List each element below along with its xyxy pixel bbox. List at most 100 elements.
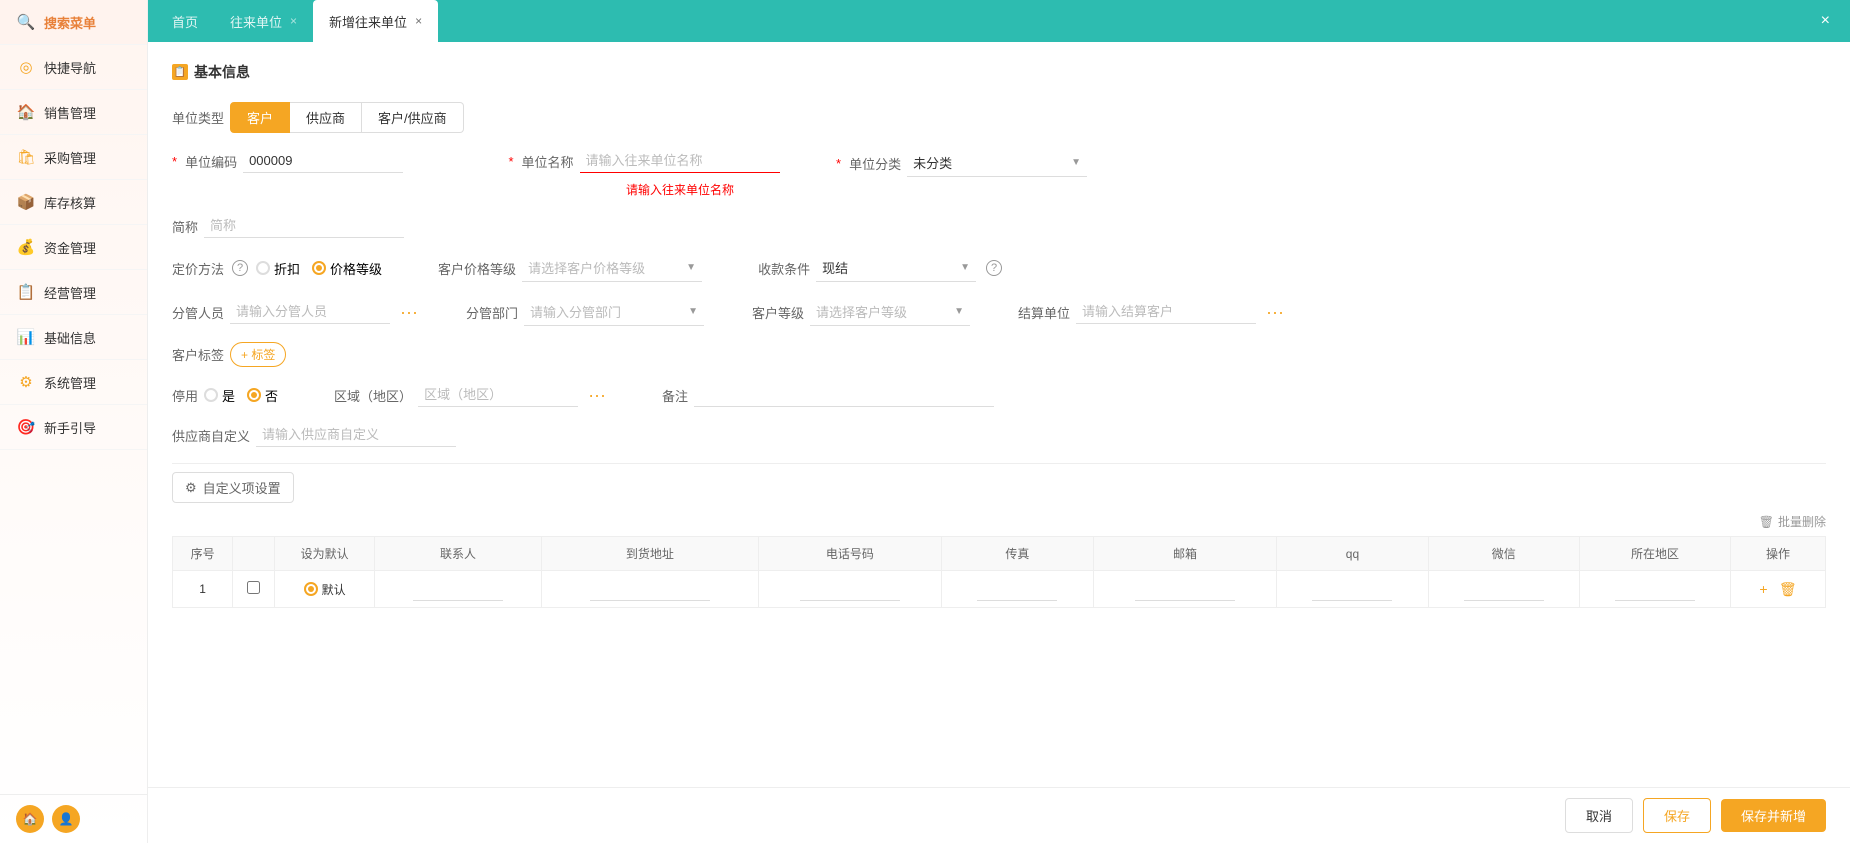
payment-terms-help[interactable]: ? xyxy=(986,260,1002,276)
supervisor-field: 分管人员 ··· xyxy=(172,300,418,324)
customer-level-select[interactable]: 请选择客户等级 ▼ xyxy=(810,298,970,326)
pricing-radio-group: 折扣 价格等级 xyxy=(256,259,382,278)
cell-checkbox[interactable] xyxy=(233,571,275,608)
add-tag-button[interactable]: + 标签 xyxy=(230,342,286,367)
cell-region[interactable] xyxy=(1579,571,1730,608)
row-delete-button[interactable]: 🗑 xyxy=(1775,579,1801,600)
customer-tag-field: 客户标签 + 标签 xyxy=(172,342,286,367)
sidebar-item-base-info[interactable]: 📊 基础信息 xyxy=(0,315,147,360)
cell-wechat[interactable] xyxy=(1428,571,1579,608)
pricing-method-help[interactable]: ? xyxy=(232,260,248,276)
supplier-custom-input[interactable] xyxy=(256,423,456,447)
sidebar-item-operations[interactable]: 📋 经营管理 xyxy=(0,270,147,315)
radio-disabled-no[interactable]: 否 xyxy=(247,386,278,405)
cell-phone[interactable] xyxy=(758,571,942,608)
cell-address[interactable] xyxy=(542,571,758,608)
contact-input[interactable] xyxy=(413,577,503,601)
wechat-input[interactable] xyxy=(1464,577,1544,601)
radio-price-level[interactable]: 价格等级 xyxy=(312,259,382,278)
user-bottom-icon[interactable]: 👤 xyxy=(52,805,80,833)
customer-price-level-select[interactable]: 请选择客户价格等级 ▼ xyxy=(522,254,702,282)
customer-tag-label: 客户标签 xyxy=(172,345,224,364)
region-input[interactable] xyxy=(418,383,578,407)
col-address: 到货地址 xyxy=(542,537,758,571)
radio-disabled-no-circle xyxy=(247,388,261,402)
close-new-partner-tab[interactable]: × xyxy=(415,14,422,28)
short-name-field: 简称 xyxy=(172,214,404,238)
cell-email[interactable] xyxy=(1093,571,1277,608)
supervisor-row: 分管人员 ··· 分管部门 请输入分管部门 ▼ 客户等级 请选择客户等级 ▼ xyxy=(172,298,1826,326)
save-button[interactable]: 保存 xyxy=(1643,798,1711,833)
settlement-unit-input[interactable] xyxy=(1076,300,1256,324)
unit-category-required: * xyxy=(836,156,841,171)
gear-icon: ⚙ xyxy=(185,480,197,496)
settlement-unit-more[interactable]: ··· xyxy=(1266,303,1284,321)
tab-partners[interactable]: 往来单位 × xyxy=(214,0,313,42)
supervisor-input[interactable] xyxy=(230,300,390,324)
qq-input[interactable] xyxy=(1312,577,1392,601)
tab-new-partner[interactable]: 新增往来单位 × xyxy=(313,0,438,42)
region-more[interactable]: ··· xyxy=(588,386,606,404)
add-tag-label: + 标签 xyxy=(241,346,275,363)
radio-discount[interactable]: 折扣 xyxy=(256,259,300,278)
department-field: 分管部门 请输入分管部门 ▼ xyxy=(466,298,704,326)
sidebar-item-quick-nav[interactable]: ◎ 快捷导航 xyxy=(0,45,147,90)
unit-code-input[interactable] xyxy=(243,149,403,173)
cell-contact[interactable] xyxy=(374,571,542,608)
disabled-radio-group: 是 否 xyxy=(204,386,278,405)
customer-level-label: 客户等级 xyxy=(752,303,804,322)
settlement-unit-label: 结算单位 xyxy=(1018,303,1070,322)
email-input[interactable] xyxy=(1135,577,1235,601)
col-wechat: 微信 xyxy=(1428,537,1579,571)
unit-category-select[interactable]: 未分类 ▼ xyxy=(907,149,1087,177)
sidebar-item-system[interactable]: ⚙ 系统管理 xyxy=(0,360,147,405)
radio-disabled-yes[interactable]: 是 xyxy=(204,386,235,405)
sidebar-item-purchase[interactable]: 🛍 采购管理 xyxy=(0,135,147,180)
unit-name-input[interactable] xyxy=(580,149,780,173)
fax-input[interactable] xyxy=(977,577,1057,601)
unit-btn-customer[interactable]: 客户 xyxy=(230,102,290,133)
purchase-icon: 🛍 xyxy=(16,147,36,167)
home-bottom-icon[interactable]: 🏠 xyxy=(16,805,44,833)
disabled-label: 停用 xyxy=(172,386,198,405)
cell-fax[interactable] xyxy=(942,571,1093,608)
phone-input[interactable] xyxy=(800,577,900,601)
radio-disabled-no-label: 否 xyxy=(265,386,278,405)
sidebar-item-finance[interactable]: 💰 资金管理 xyxy=(0,225,147,270)
unit-btn-supplier[interactable]: 供应商 xyxy=(290,102,362,133)
payment-terms-label: 收款条件 xyxy=(758,259,810,278)
pricing-row: 定价方法 ? 折扣 价格等级 客户价格等级 请选择客户价格等级 xyxy=(172,254,1826,282)
sidebar-item-new-guide[interactable]: 🎯 新手引导 xyxy=(0,405,147,450)
custom-settings-button[interactable]: ⚙ 自定义项设置 xyxy=(172,472,294,503)
address-input[interactable] xyxy=(590,577,710,601)
close-window-btn[interactable]: × xyxy=(1809,12,1842,30)
default-radio[interactable]: 默认 xyxy=(281,581,367,598)
sidebar: 🔍 搜索菜单 ◎ 快捷导航 🏠 销售管理 🛍 采购管理 📦 库存核算 💰 资金管… xyxy=(0,0,148,843)
department-select[interactable]: 请输入分管部门 ▼ xyxy=(524,298,704,326)
cell-qq[interactable] xyxy=(1277,571,1428,608)
remark-field: 备注 xyxy=(662,383,994,407)
sidebar-item-sales[interactable]: 🏠 销售管理 xyxy=(0,90,147,135)
unit-type-row: 单位类型 客户 供应商 客户/供应商 xyxy=(172,102,1826,133)
default-radio-circle xyxy=(304,582,318,596)
short-name-input[interactable] xyxy=(204,214,404,238)
cell-seq: 1 xyxy=(173,571,233,608)
customer-level-placeholder: 请选择客户等级 xyxy=(816,302,948,321)
unit-btn-both[interactable]: 客户/供应商 xyxy=(362,102,464,133)
unit-type-group: 客户 供应商 客户/供应商 xyxy=(230,102,464,133)
search-icon: 🔍 xyxy=(16,12,36,32)
tab-home[interactable]: 首页 xyxy=(156,0,214,42)
payment-terms-select[interactable]: 现结 ▼ xyxy=(816,254,976,282)
close-partners-tab[interactable]: × xyxy=(290,14,297,28)
row-add-button[interactable]: + xyxy=(1755,579,1771,599)
row-checkbox[interactable] xyxy=(247,581,260,594)
unit-name-field: * 单位名称 请输入往来单位名称 xyxy=(484,149,804,198)
supervisor-more[interactable]: ··· xyxy=(400,303,418,321)
remark-input[interactable] xyxy=(694,383,994,407)
batch-delete-label[interactable]: 批量删除 xyxy=(1778,513,1826,530)
sidebar-item-search[interactable]: 🔍 搜索菜单 xyxy=(0,0,147,45)
table-region-input[interactable] xyxy=(1615,577,1695,601)
cancel-button[interactable]: 取消 xyxy=(1565,798,1633,833)
save-new-button[interactable]: 保存并新增 xyxy=(1721,799,1826,832)
sidebar-item-inventory[interactable]: 📦 库存核算 xyxy=(0,180,147,225)
